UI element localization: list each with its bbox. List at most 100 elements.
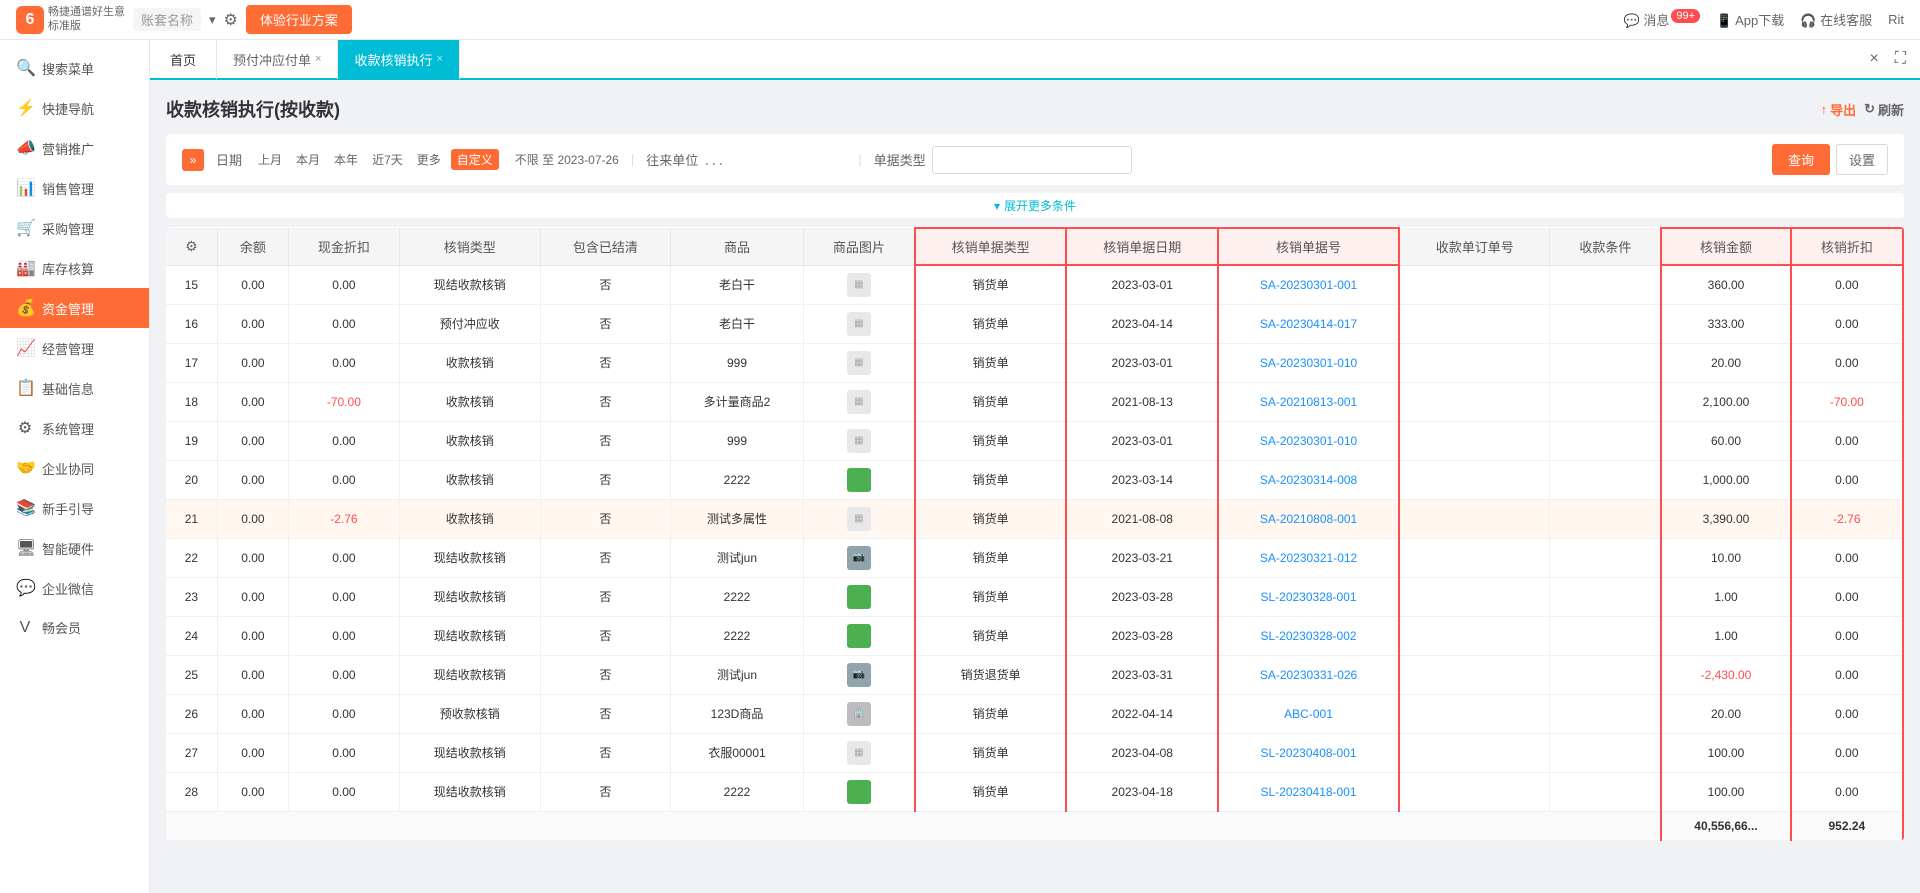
row-balance: 0.00 (217, 382, 288, 421)
sidebar-item-search[interactable]: 🔍 搜索菜单 (0, 48, 149, 88)
table-row: 20 0.00 0.00 收款核销 否 2222 销货单 2023-03-14 … (166, 460, 1903, 499)
date-more[interactable]: 更多 (413, 149, 445, 170)
row-bill-date: 2023-03-01 (1066, 343, 1218, 382)
solution-button[interactable]: 体验行业方案 (246, 5, 352, 34)
row-cash-discount: 0.00 (289, 421, 400, 460)
sidebar-item-guide[interactable]: 📚 新手引导 (0, 488, 149, 528)
filter-settings-button[interactable]: 设置 (1836, 144, 1888, 175)
row-bill-type: 销货单 (915, 772, 1067, 811)
sidebar-item-operations[interactable]: 📈 经营管理 (0, 328, 149, 368)
sidebar-item-label: 经营管理 (42, 339, 94, 358)
row-cancel-amount: 10.00 (1661, 538, 1790, 577)
row-bill-no[interactable]: SA-20210813-001 (1218, 382, 1399, 421)
account-dropdown[interactable]: ▾ (209, 12, 216, 28)
online-service-item[interactable]: 🎧 在线客服 (1800, 10, 1872, 29)
row-cancel-amount: 360.00 (1661, 265, 1790, 304)
row-cash-discount: 0.00 (289, 343, 400, 382)
settings-icon[interactable]: ⚙ (224, 10, 238, 30)
row-bill-no[interactable]: SA-20230321-012 (1218, 538, 1399, 577)
sidebar-item-collab[interactable]: 🤝 企业协同 (0, 448, 149, 488)
row-product-img (803, 772, 914, 811)
row-bill-no[interactable]: SA-20230301-010 (1218, 421, 1399, 460)
sidebar-item-vip[interactable]: V 畅会员 (0, 608, 149, 647)
row-bill-no[interactable]: SA-20230301-001 (1218, 265, 1399, 304)
col-settings[interactable]: ⚙ (166, 228, 217, 265)
table-row: 15 0.00 0.00 现结收款核销 否 老白干 ▦ 销货单 2023-03-… (166, 265, 1903, 304)
sidebar-item-finance[interactable]: 💰 资金管理 (0, 288, 149, 328)
row-bill-no[interactable]: SL-20230328-002 (1218, 616, 1399, 655)
row-receipt-condition (1550, 265, 1661, 304)
row-cancel-type: 现结收款核销 (399, 538, 540, 577)
row-receipt-condition (1550, 499, 1661, 538)
user-name[interactable]: Rit (1888, 12, 1904, 27)
row-product: 测试jun (671, 655, 804, 694)
row-no: 19 (166, 421, 217, 460)
filter-actions: 查询 设置 (1772, 144, 1888, 175)
expand-more-bar[interactable]: ▾ 展开更多条件 (166, 193, 1904, 219)
row-include-settled: 否 (540, 499, 670, 538)
row-product-img: ▦ (803, 499, 914, 538)
inventory-icon: 🏭 (16, 258, 34, 278)
row-receipt-order (1399, 655, 1550, 694)
row-bill-no[interactable]: SL-20230418-001 (1218, 772, 1399, 811)
date-this-year[interactable]: 本年 (330, 149, 362, 170)
filter-expand-button[interactable]: » (182, 149, 204, 171)
row-receipt-order (1399, 343, 1550, 382)
row-cancel-amount: 1,000.00 (1661, 460, 1790, 499)
row-balance: 0.00 (217, 616, 288, 655)
row-receipt-condition (1550, 577, 1661, 616)
date-last-month[interactable]: 上月 (254, 149, 286, 170)
sidebar-item-marketing[interactable]: 📣 营销推广 (0, 128, 149, 168)
app-download-item[interactable]: 📱 App下载 (1716, 10, 1784, 29)
row-bill-no[interactable]: SA-20230414-017 (1218, 304, 1399, 343)
row-cash-discount: 0.00 (289, 616, 400, 655)
date-this-month[interactable]: 本月 (292, 149, 324, 170)
bill-type-input[interactable] (932, 146, 1132, 174)
sidebar-item-base-info[interactable]: 📋 基础信息 (0, 368, 149, 408)
tab-close-cancel[interactable]: × (436, 53, 442, 65)
top-bar: 6 畅捷通谱好生意 标准版 账套名称 ▾ ⚙ 体验行业方案 💬 消息99+ 📱 … (0, 0, 1920, 40)
row-bill-no[interactable]: ABC-001 (1218, 694, 1399, 733)
row-bill-no[interactable]: SL-20230328-001 (1218, 577, 1399, 616)
row-cash-discount: -2.76 (289, 499, 400, 538)
sidebar-item-purchase[interactable]: 🛒 采购管理 (0, 208, 149, 248)
tab-home[interactable]: 首页 (150, 40, 217, 79)
table-footer-row: 40,556,66... 952.24 (166, 811, 1903, 840)
row-bill-no[interactable]: SA-20230314-008 (1218, 460, 1399, 499)
row-bill-type: 销货单 (915, 343, 1067, 382)
row-no: 20 (166, 460, 217, 499)
row-no: 15 (166, 265, 217, 304)
row-bill-date: 2023-04-14 (1066, 304, 1218, 343)
row-product: 老白干 (671, 265, 804, 304)
date-custom[interactable]: 自定义 (451, 149, 499, 170)
row-cancel-type: 预付冲应收 (399, 304, 540, 343)
filter-sep2: | (858, 152, 861, 167)
tab-cancel[interactable]: 收款核销执行 × (338, 40, 459, 79)
sidebar-item-inventory[interactable]: 🏭 库存核算 (0, 248, 149, 288)
tab-close-prepay[interactable]: × (315, 53, 321, 65)
row-bill-no[interactable]: SL-20230408-001 (1218, 733, 1399, 772)
sidebar-item-wechat[interactable]: 💬 企业微信 (0, 568, 149, 608)
row-bill-type: 销货单 (915, 538, 1067, 577)
sidebar-item-sales[interactable]: 📊 销售管理 (0, 168, 149, 208)
sidebar-item-quicknav[interactable]: ⚡ 快捷导航 (0, 88, 149, 128)
row-bill-no[interactable]: SA-20210808-001 (1218, 499, 1399, 538)
export-button[interactable]: ↑ 导出 (1821, 100, 1857, 119)
row-cash-discount: -70.00 (289, 382, 400, 421)
tab-prepay[interactable]: 预付冲应付单 × (217, 40, 338, 79)
refresh-button[interactable]: ↻ 刷新 (1864, 100, 1904, 119)
message-item[interactable]: 💬 消息99+ (1624, 10, 1701, 29)
query-button[interactable]: 查询 (1772, 144, 1830, 175)
tab-bar: 首页 预付冲应付单 × 收款核销执行 × × ⛶ (150, 40, 1920, 80)
sidebar-item-system[interactable]: ⚙ 系统管理 (0, 408, 149, 448)
sidebar-item-hardware[interactable]: 🖥 智能硬件 (0, 528, 149, 568)
row-bill-no[interactable]: SA-20230301-010 (1218, 343, 1399, 382)
date-7days[interactable]: 近7天 (368, 149, 407, 170)
row-receipt-condition (1550, 655, 1661, 694)
tab-close-window[interactable]: × (1863, 48, 1884, 70)
export-icon: ↑ (1821, 102, 1828, 117)
base-info-icon: 📋 (16, 378, 34, 398)
row-cancel-type: 现结收款核销 (399, 577, 540, 616)
row-bill-no[interactable]: SA-20230331-026 (1218, 655, 1399, 694)
tab-maximize[interactable]: ⛶ (1889, 48, 1912, 70)
